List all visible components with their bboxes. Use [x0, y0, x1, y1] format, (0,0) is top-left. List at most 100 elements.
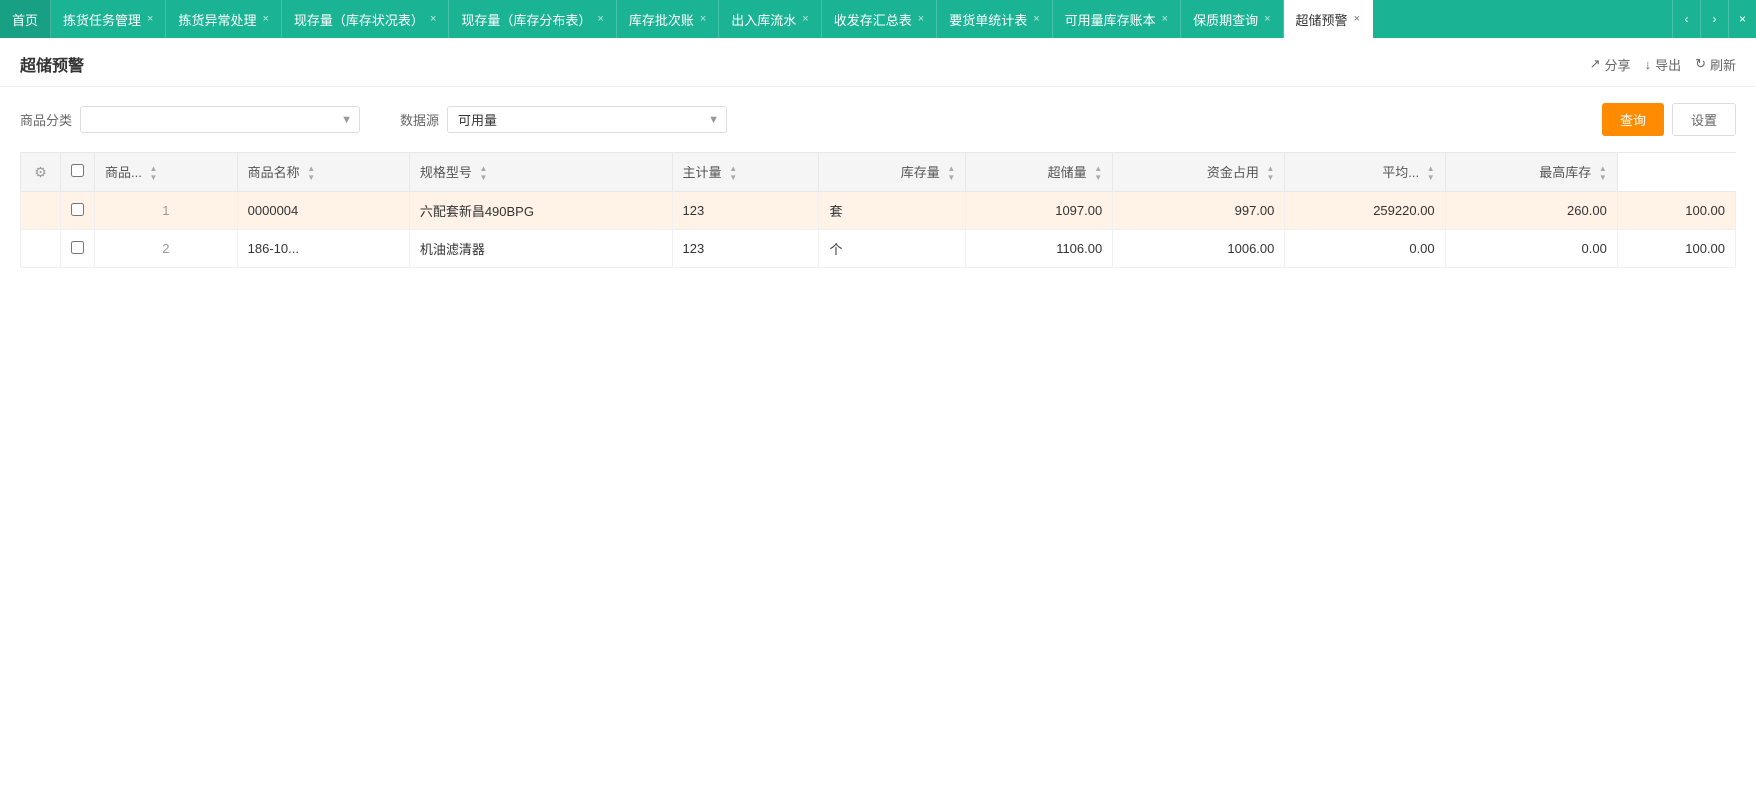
- nav-arrow-right[interactable]: ›: [1700, 0, 1728, 38]
- sort-arrows-capital: ▲▼: [1266, 165, 1274, 183]
- nav-exception[interactable]: 拣货异常处理 ×: [166, 0, 281, 38]
- row-product-code: 186-10...: [237, 230, 409, 268]
- query-button[interactable]: 查询: [1602, 103, 1664, 136]
- row-overstock: 997.00: [1113, 192, 1285, 230]
- row-max-stock: 100.00: [1617, 192, 1735, 230]
- col-unit[interactable]: 主计量 ▲▼: [672, 153, 819, 192]
- share-button[interactable]: ↗ 分享: [1590, 55, 1631, 74]
- col-product-name[interactable]: 商品名称 ▲▼: [237, 153, 409, 192]
- refresh-icon: ↻: [1695, 56, 1706, 72]
- sort-arrows-max-stock: ▲▼: [1599, 165, 1607, 183]
- row-avg: 260.00: [1445, 192, 1617, 230]
- row-max-stock: 100.00: [1617, 230, 1735, 268]
- sort-arrows-inventory: ▲▼: [947, 165, 955, 183]
- header-actions: ↗ 分享 ↓ 导出 ↻ 刷新: [1590, 55, 1736, 74]
- datasource-label: 数据源: [400, 110, 439, 129]
- datasource-select-wrapper: ▼: [447, 106, 727, 133]
- nav-avail-account[interactable]: 可用量库存账本 ×: [1053, 0, 1181, 38]
- table-body: 1 0000004 六配套新昌490BPG 123 套 1097.00 997.…: [21, 192, 1736, 268]
- row-product-name: 机油滤清器: [409, 230, 672, 268]
- page-title: 超储预警: [20, 52, 84, 76]
- col-gear: ⚙: [21, 153, 61, 192]
- filter-area: 商品分类 ▼ 数据源 ▼ 查询 设置: [0, 87, 1756, 152]
- nav-home[interactable]: 首页: [0, 0, 51, 38]
- nav-arrow-close[interactable]: ×: [1728, 0, 1756, 38]
- settings-button[interactable]: 设置: [1672, 103, 1736, 136]
- category-select-wrapper: ▼: [80, 106, 360, 133]
- nav-arrows: ‹ › ×: [1672, 0, 1756, 38]
- row-product-code: 0000004: [237, 192, 409, 230]
- gear-icon[interactable]: ⚙: [34, 164, 47, 180]
- row-avg: 0.00: [1445, 230, 1617, 268]
- nav-close-inventory-status[interactable]: ×: [430, 13, 436, 25]
- category-filter-group: 商品分类 ▼: [20, 106, 360, 133]
- sort-arrows-avg: ▲▼: [1427, 165, 1435, 183]
- datasource-filter-group: 数据源 ▼: [400, 106, 727, 133]
- page-content: 超储预警 ↗ 分享 ↓ 导出 ↻ 刷新 商品分类 ▼ 数据源: [0, 38, 1756, 800]
- nav-quality-check[interactable]: 保质期查询 ×: [1181, 0, 1283, 38]
- row-checkbox-1[interactable]: [71, 203, 84, 216]
- col-avg[interactable]: 平均... ▲▼: [1285, 153, 1445, 192]
- data-table: ⚙ 商品... ▲▼ 商品名称 ▲▼ 规格型号 ▲▼: [20, 152, 1736, 268]
- nav-overstock-alert[interactable]: 超储预警 ×: [1284, 0, 1373, 38]
- col-spec[interactable]: 规格型号 ▲▼: [409, 153, 672, 192]
- row-number: 1: [95, 192, 238, 230]
- nav-close-batch-account[interactable]: ×: [700, 13, 706, 25]
- nav-close-order-stat[interactable]: ×: [1033, 13, 1039, 25]
- nav-close-recv-send[interactable]: ×: [918, 13, 924, 25]
- row-unit: 套: [819, 192, 966, 230]
- row-gear-cell: [21, 192, 61, 230]
- row-capital: 259220.00: [1285, 192, 1445, 230]
- row-inventory: 1097.00: [966, 192, 1113, 230]
- table-header-row: ⚙ 商品... ▲▼ 商品名称 ▲▼ 规格型号 ▲▼: [21, 153, 1736, 192]
- row-unit: 个: [819, 230, 966, 268]
- sort-arrows-product-name: ▲▼: [307, 165, 315, 183]
- top-navigation: 首页 拣货任务管理 × 拣货异常处理 × 现存量（库存状况表） × 现存量（库存…: [0, 0, 1756, 38]
- sort-arrows-overstock: ▲▼: [1094, 165, 1102, 183]
- nav-order-stat[interactable]: 要货单统计表 ×: [937, 0, 1052, 38]
- nav-close-quality-check[interactable]: ×: [1264, 13, 1270, 25]
- nav-inout-flow[interactable]: 出入库流水 ×: [719, 0, 821, 38]
- select-all-checkbox[interactable]: [71, 164, 84, 177]
- export-icon: ↓: [1645, 57, 1652, 72]
- sort-arrows-spec: ▲▼: [479, 165, 487, 183]
- row-number: 2: [95, 230, 238, 268]
- nav-close-overstock-alert[interactable]: ×: [1354, 13, 1360, 25]
- sort-arrows-unit: ▲▼: [729, 165, 737, 183]
- nav-inventory-status[interactable]: 现存量（库存状况表） ×: [282, 0, 449, 38]
- nav-inventory-dist[interactable]: 现存量（库存分布表） ×: [449, 0, 616, 38]
- category-select-input[interactable]: [80, 106, 360, 133]
- row-checkbox-cell: [61, 230, 95, 268]
- row-spec: 123: [672, 192, 819, 230]
- nav-close-avail-account[interactable]: ×: [1162, 13, 1168, 25]
- filter-actions: 查询 设置: [1602, 103, 1736, 136]
- row-capital: 0.00: [1285, 230, 1445, 268]
- nav-batch-account[interactable]: 库存批次账 ×: [617, 0, 719, 38]
- refresh-button[interactable]: ↻ 刷新: [1695, 55, 1736, 74]
- row-checkbox-2[interactable]: [71, 241, 84, 254]
- nav-task-mgmt[interactable]: 拣货任务管理 ×: [51, 0, 166, 38]
- nav-close-task-mgmt[interactable]: ×: [147, 13, 153, 25]
- nav-close-inout-flow[interactable]: ×: [802, 13, 808, 25]
- datasource-select-input[interactable]: [447, 106, 727, 133]
- col-overstock[interactable]: 超储量 ▲▼: [966, 153, 1113, 192]
- table-wrapper: ⚙ 商品... ▲▼ 商品名称 ▲▼ 规格型号 ▲▼: [0, 152, 1756, 268]
- col-product-code[interactable]: 商品... ▲▼: [95, 153, 238, 192]
- row-gear-cell: [21, 230, 61, 268]
- col-capital[interactable]: 资金占用 ▲▼: [1113, 153, 1285, 192]
- share-icon: ↗: [1590, 56, 1601, 72]
- nav-arrow-left[interactable]: ‹: [1672, 0, 1700, 38]
- col-max-stock[interactable]: 最高库存 ▲▼: [1445, 153, 1617, 192]
- page-header: 超储预警 ↗ 分享 ↓ 导出 ↻ 刷新: [0, 38, 1756, 87]
- nav-recv-send[interactable]: 收发存汇总表 ×: [822, 0, 937, 38]
- row-checkbox-cell: [61, 192, 95, 230]
- nav-close-inventory-dist[interactable]: ×: [597, 13, 603, 25]
- col-inventory[interactable]: 库存量 ▲▼: [819, 153, 966, 192]
- nav-close-exception[interactable]: ×: [262, 13, 268, 25]
- table-row: 2 186-10... 机油滤清器 123 个 1106.00 1006.00 …: [21, 230, 1736, 268]
- sort-arrows-product-code: ▲▼: [149, 165, 157, 183]
- export-button[interactable]: ↓ 导出: [1645, 55, 1682, 74]
- col-checkbox-all: [61, 153, 95, 192]
- row-product-name: 六配套新昌490BPG: [409, 192, 672, 230]
- row-overstock: 1006.00: [1113, 230, 1285, 268]
